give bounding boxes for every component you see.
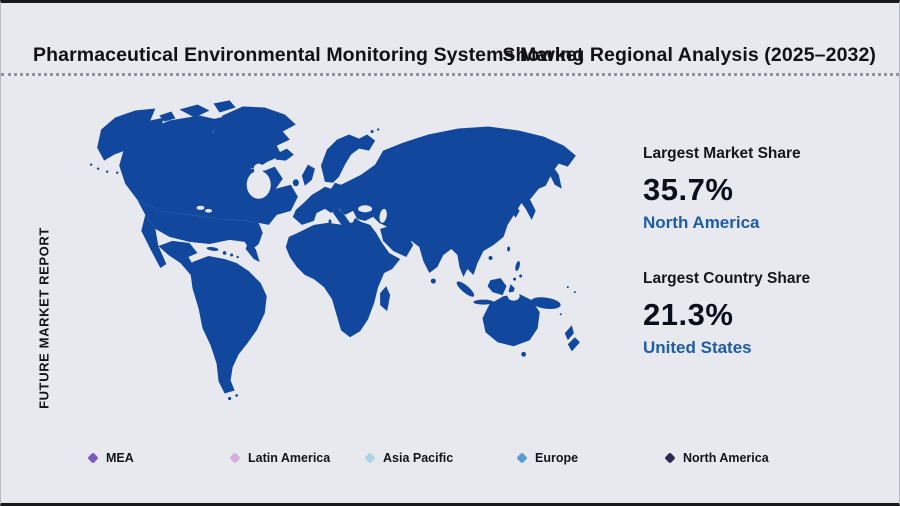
- legend-diamond-icon: [516, 452, 528, 464]
- page-title-market: Pharmaceutical Environmental Monitoring …: [33, 44, 584, 66]
- legend-diamond-icon: [664, 452, 676, 464]
- infographic-frame: Pharmaceutical Environmental Monitoring …: [0, 0, 900, 506]
- legend-item-mea: MEA: [87, 449, 134, 467]
- stat-label: Largest Market Share: [643, 145, 801, 162]
- legend-diamond-icon: [364, 452, 376, 464]
- header-divider: [1, 73, 899, 76]
- legend-label: North America: [683, 451, 769, 465]
- stat-region: United States: [643, 338, 752, 357]
- legend-item-latin-america: Latin America: [229, 449, 331, 467]
- stat-largest-country-share: Largest Country Share 21.3% United State…: [643, 270, 883, 358]
- stats-panel: Largest Market Share 35.7% North America…: [643, 145, 883, 358]
- legend-label: Asia Pacific: [383, 451, 454, 465]
- legend-diamond-icon: [229, 452, 241, 464]
- page-title-analysis: Showing Regional Analysis (2025–2032): [502, 44, 876, 66]
- legend-label: MEA: [106, 451, 134, 465]
- stat-largest-market-share: Largest Market Share 35.7% North America: [643, 145, 883, 233]
- legend-item-europe: Europe: [516, 449, 579, 467]
- stat-value: 21.3%: [643, 297, 734, 332]
- legend-diamond-icon: [87, 452, 99, 464]
- stat-label: Largest Country Share: [643, 270, 811, 287]
- brand-vertical-text: FUTURE MARKET REPORT: [36, 227, 52, 409]
- continents: [89, 100, 580, 401]
- world-map: [89, 100, 580, 401]
- legend-item-north-america: North America: [664, 449, 769, 467]
- legend-label: Latin America: [248, 451, 331, 465]
- stat-value: 35.7%: [643, 172, 734, 207]
- stat-region: North America: [643, 213, 760, 232]
- legend-label: Europe: [535, 451, 579, 465]
- legend-item-asia-pacific: Asia Pacific: [364, 449, 454, 467]
